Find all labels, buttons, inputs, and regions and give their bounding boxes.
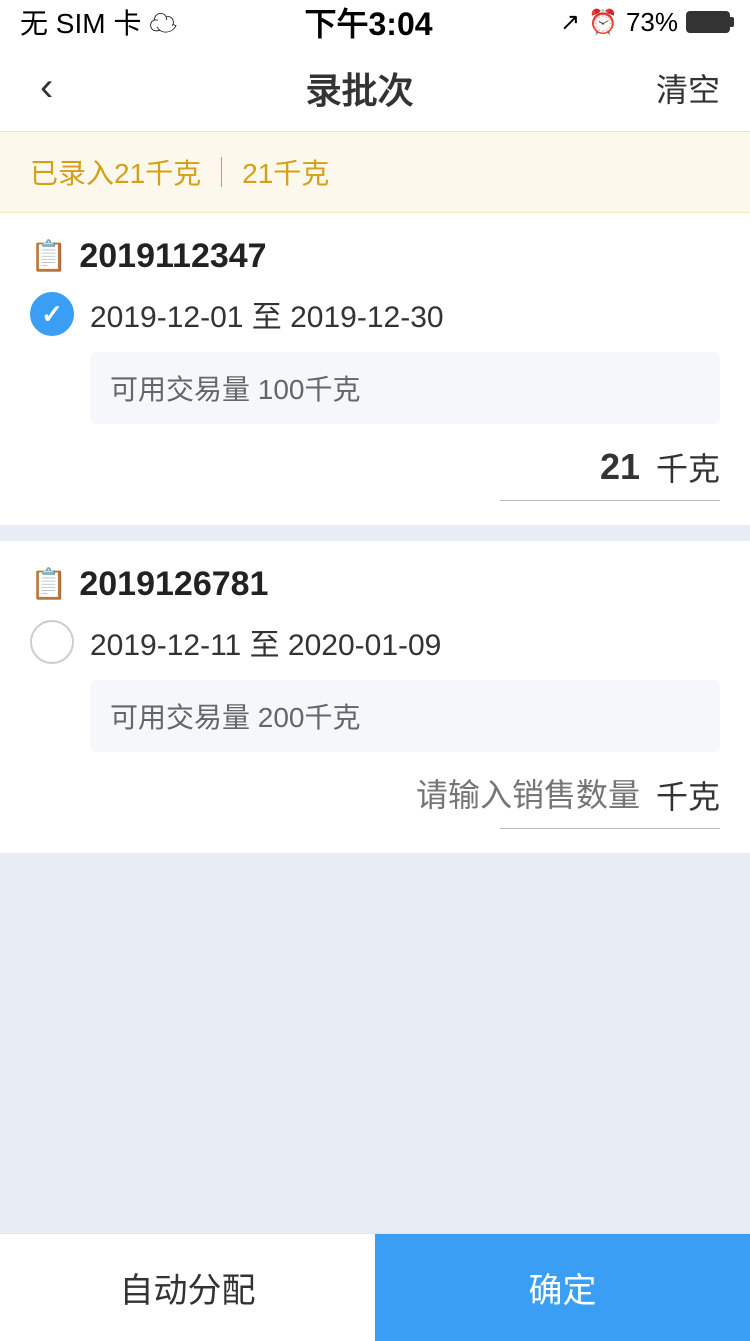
sim-label: 无 SIM 卡 ☁ bbox=[20, 2, 177, 42]
location-icon: ↗ bbox=[560, 8, 580, 37]
batch-2-header: 📋 2019126781 bbox=[30, 565, 720, 604]
batch-2-date: 2019-12-11 至 2020-01-09 bbox=[90, 620, 441, 664]
status-left: 无 SIM 卡 ☁ bbox=[20, 2, 177, 42]
batch-2-quantity-row: 千克 bbox=[0, 752, 750, 828]
batch-card-1-inner: 📋 2019112347 2019-12-01 至 2019-12-30 可用交… bbox=[0, 213, 750, 424]
batch-1-header: 📋 2019112347 bbox=[30, 237, 720, 276]
batch-1-icon: 📋 bbox=[30, 239, 67, 274]
batch-1-quantity-input[interactable] bbox=[520, 446, 640, 488]
batch-1-radio[interactable] bbox=[30, 292, 74, 336]
batch-2-id: 2019126781 bbox=[79, 565, 268, 604]
batch-2-available: 可用交易量 200千克 bbox=[90, 680, 720, 752]
back-button[interactable]: ‹ bbox=[30, 55, 63, 120]
total-amount: 21千克 bbox=[242, 152, 329, 192]
info-banner: 已录入21千克 21千克 bbox=[0, 132, 750, 213]
clear-button[interactable]: 清空 bbox=[656, 65, 720, 111]
status-right: ↗ ⏰ 73% bbox=[560, 7, 730, 38]
batch-1-unit: 千克 bbox=[656, 444, 720, 490]
batch-2-quantity-input[interactable] bbox=[30, 777, 640, 814]
batch-2-radio[interactable] bbox=[30, 620, 74, 664]
recorded-amount: 已录入21千克 bbox=[30, 152, 201, 192]
battery-percent: 73% bbox=[626, 7, 678, 38]
batch-2-underline-wrapper bbox=[0, 828, 750, 853]
info-divider bbox=[221, 157, 222, 187]
batch-1-underline bbox=[500, 500, 720, 501]
batch-2-underline bbox=[500, 828, 720, 829]
batch-1-available: 可用交易量 100千克 bbox=[90, 352, 720, 424]
batch-1-quantity-row: 千克 bbox=[0, 424, 750, 500]
confirm-button[interactable]: 确定 bbox=[375, 1234, 750, 1341]
batch-1-id: 2019112347 bbox=[79, 237, 266, 276]
batch-card-2: 📋 2019126781 2019-12-11 至 2020-01-09 可用交… bbox=[0, 541, 750, 853]
alarm-icon: ⏰ bbox=[588, 8, 618, 37]
bottom-bar: 自动分配 确定 bbox=[0, 1233, 750, 1341]
page-title: 录批次 bbox=[306, 62, 414, 114]
batch-2-icon: 📋 bbox=[30, 567, 67, 602]
status-bar: 无 SIM 卡 ☁ 下午3:04 ↗ ⏰ 73% bbox=[0, 0, 750, 44]
batch-1-underline-wrapper bbox=[0, 500, 750, 525]
auto-distribute-button[interactable]: 自动分配 bbox=[0, 1234, 375, 1341]
empty-area bbox=[0, 853, 750, 1233]
batch-2-date-row: 2019-12-11 至 2020-01-09 bbox=[30, 620, 720, 664]
section-gap-1 bbox=[0, 525, 750, 541]
page-wrapper: 无 SIM 卡 ☁ 下午3:04 ↗ ⏰ 73% ‹ 录批次 清空 已录入21千… bbox=[0, 0, 750, 1341]
batch-1-date: 2019-12-01 至 2019-12-30 bbox=[90, 292, 444, 336]
content-area: 📋 2019112347 2019-12-01 至 2019-12-30 可用交… bbox=[0, 213, 750, 1341]
batch-card-1: 📋 2019112347 2019-12-01 至 2019-12-30 可用交… bbox=[0, 213, 750, 525]
battery-icon bbox=[686, 11, 730, 33]
nav-bar: ‹ 录批次 清空 bbox=[0, 44, 750, 132]
batch-1-date-row: 2019-12-01 至 2019-12-30 bbox=[30, 292, 720, 336]
batch-card-2-inner: 📋 2019126781 2019-12-11 至 2020-01-09 可用交… bbox=[0, 541, 750, 752]
batch-2-unit: 千克 bbox=[656, 772, 720, 818]
status-time: 下午3:04 bbox=[305, 0, 433, 45]
